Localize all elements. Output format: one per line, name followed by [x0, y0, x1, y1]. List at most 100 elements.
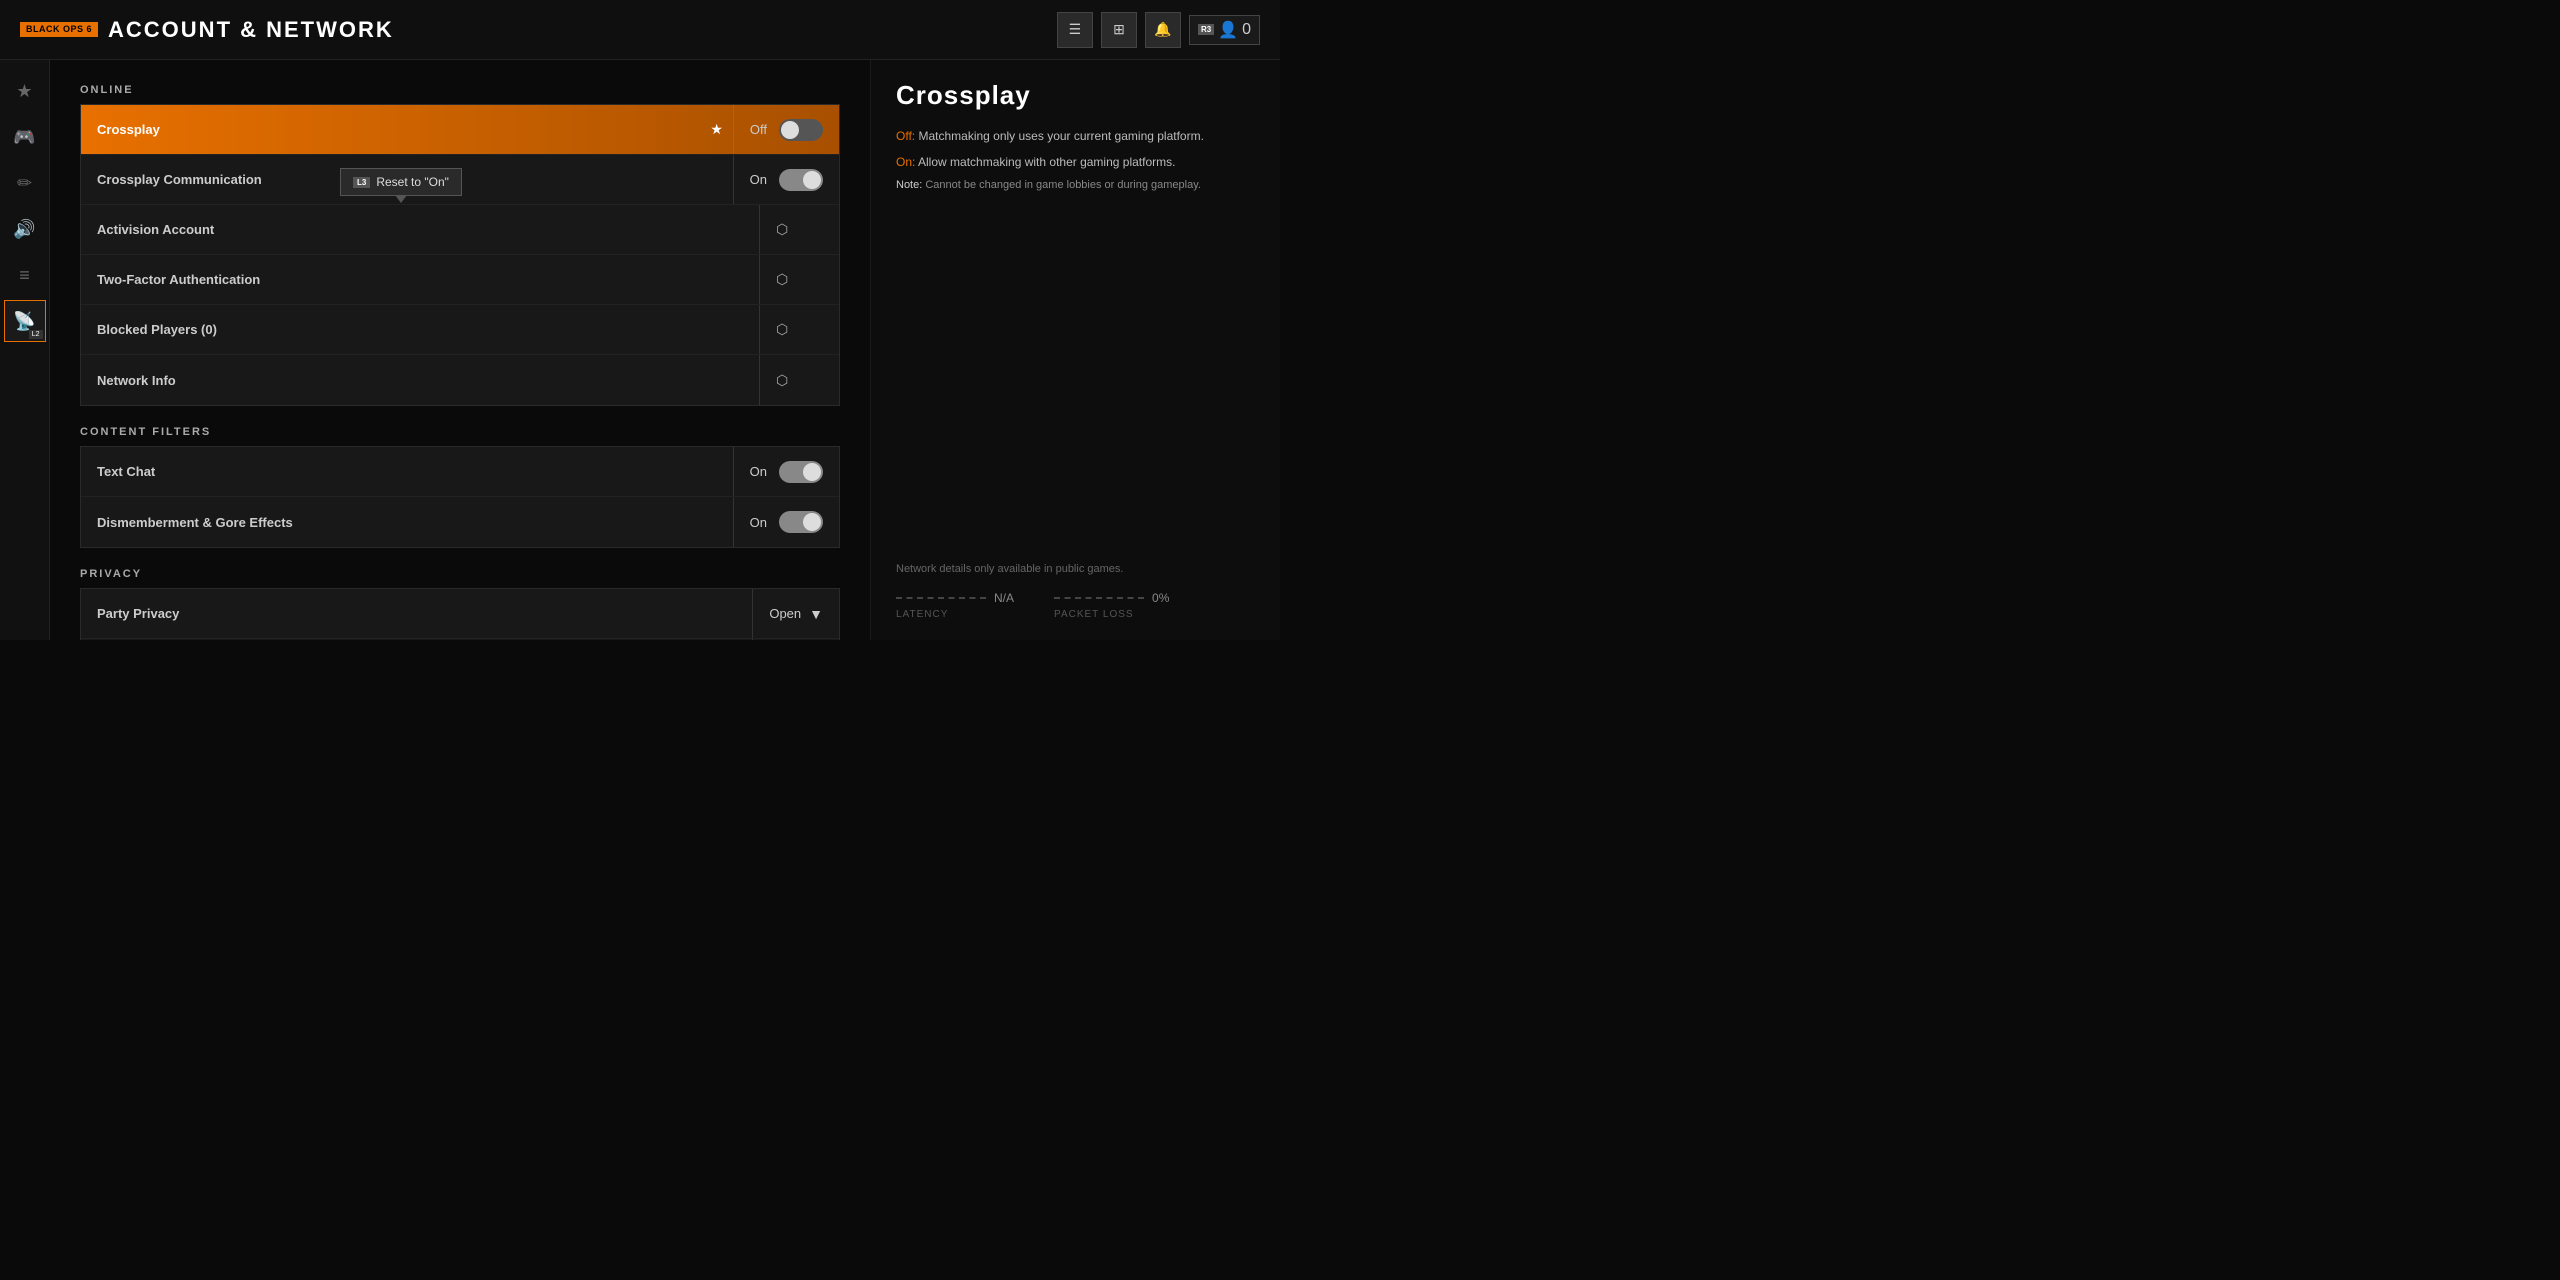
party-privacy-label: Party Privacy: [81, 606, 752, 621]
packet-loss-value: 0%: [1152, 591, 1169, 605]
crossplay-communication-value-text: On: [750, 172, 767, 187]
grid-icon-button[interactable]: ⊞: [1101, 12, 1137, 48]
on-desc-text: Allow matchmaking with other gaming plat…: [918, 155, 1175, 169]
friend-request-value[interactable]: Open ▼: [752, 639, 839, 640]
activision-account-label: Activision Account: [81, 222, 759, 237]
reset-tooltip: L3 Reset to "On": [340, 168, 462, 196]
chevron-down-icon: ▼: [809, 606, 823, 622]
pencil-icon: ✏: [17, 173, 32, 194]
text-chat-value[interactable]: On: [733, 447, 839, 496]
privacy-settings-list: Party Privacy Open ▼ Friend Request Open…: [80, 588, 840, 640]
person-icon: 👤: [1218, 20, 1238, 40]
two-factor-auth-label: Two-Factor Authentication: [81, 272, 759, 287]
text-icon: ≡: [19, 265, 30, 286]
latency-line: N/A: [896, 591, 1014, 605]
network-info-value[interactable]: ⬡: [759, 355, 839, 405]
right-panel-note: Note: Cannot be changed in game lobbies …: [896, 179, 1255, 191]
header: BLACK OPS 6 ACCOUNT & NETWORK ☰ ⊞ 🔔 R3 👤…: [0, 0, 1280, 60]
profile-area[interactable]: R3 👤 0: [1189, 15, 1260, 45]
packet-loss-label: PACKET LOSS: [1054, 609, 1169, 620]
note-text: Cannot be changed in game lobbies or dur…: [925, 179, 1201, 191]
network-stats: N/A LATENCY 0% PACKET LOSS: [896, 591, 1255, 620]
two-factor-auth-row[interactable]: Two-Factor Authentication ⬡: [81, 255, 839, 305]
activision-account-value[interactable]: ⬡: [759, 205, 839, 254]
crossplay-communication-toggle-thumb: [803, 171, 821, 189]
external-link-icon: ⬡: [776, 221, 788, 238]
crossplay-label: Crossplay: [81, 122, 700, 137]
content-filters-section-label: CONTENT FILTERS: [80, 426, 840, 438]
content-filters-settings-list: Text Chat On Dismemberment & Gore Effect…: [80, 446, 840, 548]
latency-label: LATENCY: [896, 609, 1014, 620]
text-chat-row[interactable]: Text Chat On: [81, 447, 839, 497]
latency-dashed-line: [896, 597, 986, 599]
tooltip-text: Reset to "On": [376, 175, 449, 189]
bell-icon-button[interactable]: 🔔: [1145, 12, 1181, 48]
speaker-icon: 🔊: [13, 219, 35, 240]
crossplay-communication-value[interactable]: On: [733, 155, 839, 204]
dismemberment-gore-toggle[interactable]: [779, 511, 823, 533]
menu-icon-button[interactable]: ☰: [1057, 12, 1093, 48]
r3-badge: R3: [1198, 24, 1214, 35]
l3-badge: L3: [353, 177, 370, 188]
page-title: ACCOUNT & NETWORK: [108, 17, 394, 43]
blocked-players-label: Blocked Players (0): [81, 322, 759, 337]
profile-count: 0: [1242, 21, 1251, 39]
network-info-row[interactable]: Network Info ⬡: [81, 355, 839, 405]
dismemberment-gore-value[interactable]: On: [733, 497, 839, 547]
on-label: On:: [896, 155, 915, 169]
sidebar-item-text[interactable]: ≡: [4, 254, 46, 296]
crossplay-toggle-thumb: [781, 121, 799, 139]
external-link-icon-4: ⬡: [776, 372, 788, 389]
tooltip-arrow: [395, 195, 407, 203]
external-link-icon-3: ⬡: [776, 321, 788, 338]
network-stats-area: Network details only available in public…: [896, 563, 1255, 620]
two-factor-auth-value[interactable]: ⬡: [759, 255, 839, 304]
star-icon: ★: [16, 81, 32, 102]
crossplay-star: ★: [700, 121, 733, 138]
network-info-label: Network Info: [81, 373, 759, 388]
sidebar-item-graphics[interactable]: ✏: [4, 162, 46, 204]
crossplay-toggle[interactable]: [779, 119, 823, 141]
text-chat-toggle[interactable]: [779, 461, 823, 483]
sidebar-item-controller[interactable]: 🎮: [4, 116, 46, 158]
crossplay-row[interactable]: Crossplay ★ Off: [81, 105, 839, 155]
online-settings-list: Crossplay ★ Off Crossplay Communication …: [80, 104, 840, 406]
party-privacy-dropdown[interactable]: Open ▼: [769, 606, 823, 622]
right-panel-desc-on: On: Allow matchmaking with other gaming …: [896, 153, 1255, 171]
off-label: Off:: [896, 129, 915, 143]
sidebar-item-audio[interactable]: 🔊: [4, 208, 46, 250]
note-label: Note:: [896, 179, 922, 191]
latency-stat: N/A LATENCY: [896, 591, 1014, 620]
party-privacy-value-text: Open: [769, 606, 801, 621]
friend-request-row[interactable]: Friend Request Open ▼: [81, 639, 839, 640]
blocked-players-row[interactable]: Blocked Players (0) ⬡: [81, 305, 839, 355]
dismemberment-gore-label: Dismemberment & Gore Effects: [81, 515, 733, 530]
right-panel-title: Crossplay: [896, 80, 1255, 111]
privacy-section-label: PRIVACY: [80, 568, 840, 580]
sidebar-item-network[interactable]: 📡 L2: [4, 300, 46, 342]
dismemberment-gore-row[interactable]: Dismemberment & Gore Effects On: [81, 497, 839, 547]
sidebar-item-favorites[interactable]: ★: [4, 70, 46, 112]
sidebar: ★ 🎮 ✏ 🔊 ≡ 📡 L2: [0, 60, 50, 640]
text-chat-label: Text Chat: [81, 464, 733, 479]
dismemberment-gore-value-text: On: [750, 515, 767, 530]
party-privacy-row[interactable]: Party Privacy Open ▼: [81, 589, 839, 639]
off-desc-text: Matchmaking only uses your current gamin…: [918, 129, 1203, 143]
packet-loss-line: 0%: [1054, 591, 1169, 605]
network-hint: Network details only available in public…: [896, 563, 1255, 575]
right-panel-desc-off: Off: Matchmaking only uses your current …: [896, 127, 1255, 145]
dismemberment-gore-toggle-thumb: [803, 513, 821, 531]
game-logo: BLACK OPS 6: [20, 22, 98, 37]
activision-account-row[interactable]: Activision Account ⬡: [81, 205, 839, 255]
external-link-icon-2: ⬡: [776, 271, 788, 288]
l2-badge: L2: [29, 330, 43, 339]
crossplay-value[interactable]: Off: [733, 105, 839, 154]
crossplay-value-text: Off: [750, 122, 767, 137]
blocked-players-value[interactable]: ⬡: [759, 305, 839, 354]
crossplay-communication-toggle[interactable]: [779, 169, 823, 191]
party-privacy-value[interactable]: Open ▼: [752, 589, 839, 638]
text-chat-toggle-thumb: [803, 463, 821, 481]
online-section-label: ONLINE: [80, 84, 840, 96]
logo-area: BLACK OPS 6 ACCOUNT & NETWORK: [20, 17, 394, 43]
latency-value: N/A: [994, 591, 1014, 605]
